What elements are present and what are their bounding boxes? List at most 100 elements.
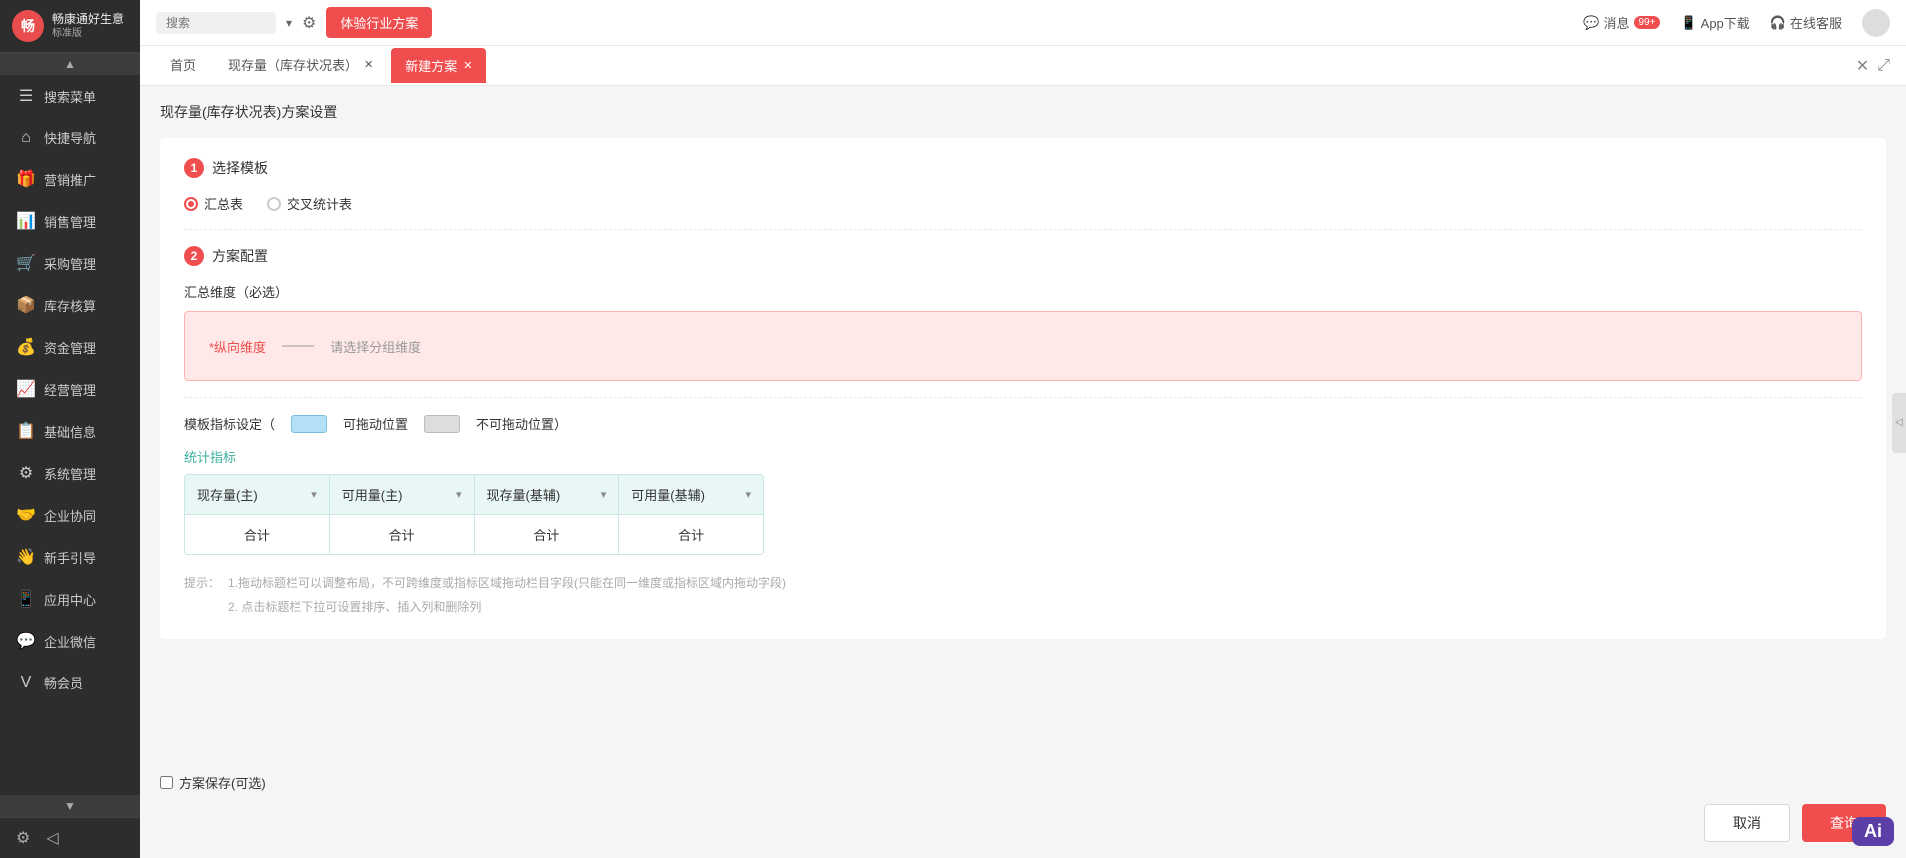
message-button[interactable]: 💬 消息 99+: [1583, 13, 1660, 32]
vip-icon: V: [16, 674, 36, 692]
stats-data-col4: 合计: [619, 515, 763, 554]
sidebar-item-label: 基础信息: [44, 422, 96, 441]
fixed-label: 不可拖动位置）: [476, 414, 567, 433]
sidebar-item-label: 销售管理: [44, 212, 96, 231]
tab-inventory-status[interactable]: 现存量（库存状况表） ✕: [214, 47, 387, 84]
window-close-button[interactable]: ✕: [1856, 56, 1869, 76]
sidebar-item-purchase[interactable]: 🛒 采购管理: [0, 242, 140, 284]
customer-service-label: 在线客服: [1790, 13, 1842, 32]
stats-table: 现存量(主) ▾ 可用量(主) ▾ 现存量(基辅) ▾ 可用量(基辅) ▾: [184, 474, 764, 555]
col4-dropdown-icon[interactable]: ▾: [745, 488, 751, 501]
tabbar: 首页 现存量（库存状况表） ✕ 新建方案 ✕ ✕ ⤢: [140, 46, 1906, 86]
search-input[interactable]: [156, 12, 276, 34]
sidebar-item-label: 采购管理: [44, 254, 96, 273]
sidebar-item-label: 企业微信: [44, 632, 96, 651]
sidebar-item-basic-info[interactable]: 📋 基础信息: [0, 410, 140, 452]
window-expand-button[interactable]: ⤢: [1877, 56, 1890, 76]
sidebar-item-cooperation[interactable]: 🤝 企业协同: [0, 494, 140, 536]
sidebar-item-app-center[interactable]: 📱 应用中心: [0, 578, 140, 620]
bottom-bar: 方案保存(可选) 取消 查询: [140, 759, 1906, 858]
col2-dropdown-icon[interactable]: ▾: [456, 488, 462, 501]
wechat-icon: 💬: [16, 631, 36, 651]
sidebar-item-quick-nav[interactable]: ⌂ 快捷导航: [0, 117, 140, 158]
dimension-placeholder[interactable]: 请选择分组维度: [330, 337, 421, 356]
col1-dropdown-icon[interactable]: ▾: [311, 488, 317, 501]
save-checkbox-row: 方案保存(可选): [160, 773, 1886, 792]
experience-button[interactable]: 体验行业方案: [326, 7, 432, 38]
tab-home-label: 首页: [170, 55, 196, 74]
hint-prefix: 提示：: [184, 571, 220, 595]
app-download-label: App下载: [1701, 13, 1750, 32]
avatar[interactable]: [1862, 9, 1890, 37]
sidebar-item-sales[interactable]: 📊 销售管理: [0, 200, 140, 242]
tab-new-plan-close-icon[interactable]: ✕: [463, 59, 472, 72]
gear-icon: ⚙: [16, 463, 36, 483]
customer-service-button[interactable]: 🎧 在线客服: [1770, 13, 1842, 32]
brand-logo: 畅: [12, 10, 44, 42]
sidebar-scroll-down[interactable]: ▼: [0, 795, 140, 817]
stats-header-row: 现存量(主) ▾ 可用量(主) ▾ 现存量(基辅) ▾ 可用量(基辅) ▾: [185, 475, 763, 514]
col4-label: 可用量(基辅): [631, 485, 705, 504]
dimension-box: *纵向维度 —— 请选择分组维度: [184, 311, 1862, 381]
content-area: 现存量(库存状况表)方案设置 1 选择模板 汇总表 交叉统计表 2: [140, 86, 1906, 759]
hint1: 提示： 1.拖动标题栏可以调整布局，不可跨维度或指标区域拖动栏目字段(只能在同一…: [184, 571, 1862, 595]
sidebar-item-marketing[interactable]: 🎁 营销推广: [0, 158, 140, 200]
col1-label: 现存量(主): [197, 485, 258, 504]
radio-summary-label: 汇总表: [204, 194, 243, 213]
col3-dropdown-icon[interactable]: ▾: [601, 488, 607, 501]
section2-number: 2: [184, 246, 204, 266]
section1-header: 1 选择模板: [184, 158, 1862, 178]
radio-summary[interactable]: 汇总表: [184, 194, 243, 213]
hint2: 提示： 2. 点击标题栏下拉可设置排序、插入列和删除列: [184, 595, 1862, 619]
brand-name: 畅康通好生意: [52, 11, 124, 28]
sidebar-footer: ⚙ ◁: [0, 817, 140, 858]
stats-data-col1: 合计: [185, 515, 330, 554]
sidebar-item-label: 新手引导: [44, 548, 96, 567]
side-handle[interactable]: ◁: [1892, 393, 1906, 453]
cancel-button[interactable]: 取消: [1704, 804, 1790, 842]
mobile-icon: 📱: [16, 589, 36, 609]
sidebar-item-inventory[interactable]: 📦 库存核算: [0, 284, 140, 326]
settings-footer-icon[interactable]: ⚙: [16, 828, 30, 848]
info-icon: 📋: [16, 421, 36, 441]
brand-text: 畅康通好生意 标准版: [52, 11, 124, 42]
fixed-indicator-box: [424, 415, 460, 433]
section1-title: 选择模板: [212, 158, 268, 178]
sidebar-item-wechat[interactable]: 💬 企业微信: [0, 620, 140, 662]
sidebar-item-vip[interactable]: V 畅会员: [0, 662, 140, 703]
sidebar-item-label: 营销推广: [44, 170, 96, 189]
sidebar-scroll-up[interactable]: ▲: [0, 53, 140, 75]
radio-cross-label: 交叉统计表: [287, 194, 352, 213]
sidebar-item-label: 企业协同: [44, 506, 96, 525]
topbar-settings-icon[interactable]: ⚙: [302, 13, 316, 33]
ai-label[interactable]: Ai: [1852, 817, 1894, 846]
wave-icon: 👋: [16, 547, 36, 567]
topbar-dropdown-button[interactable]: ▾: [286, 16, 292, 30]
tab-inventory-close-icon[interactable]: ✕: [364, 58, 373, 71]
sidebar-item-search-menu[interactable]: ☰ 搜索菜单: [0, 75, 140, 117]
sidebar-item-label: 系统管理: [44, 464, 96, 483]
draggable-label: 可拖动位置: [343, 414, 408, 433]
message-icon: 💬: [1583, 15, 1599, 31]
col2-label: 可用量(主): [342, 485, 403, 504]
template-indicator: 模板指标设定（ 可拖动位置 不可拖动位置）: [184, 414, 1862, 433]
sidebar-item-finance[interactable]: 💰 资金管理: [0, 326, 140, 368]
tab-new-plan[interactable]: 新建方案 ✕: [391, 48, 486, 83]
tab-home[interactable]: 首页: [156, 47, 210, 84]
sidebar-item-business[interactable]: 📈 经营管理: [0, 368, 140, 410]
radio-cross[interactable]: 交叉统计表: [267, 194, 352, 213]
sidebar-item-system[interactable]: ⚙ 系统管理: [0, 452, 140, 494]
app-download-button[interactable]: 📱 App下载: [1680, 13, 1749, 32]
window-controls: ✕ ⤢: [1856, 56, 1890, 76]
sidebar-item-label: 畅会员: [44, 673, 83, 692]
sidebar-item-label: 资金管理: [44, 338, 96, 357]
tab-inventory-label: 现存量（库存状况表）: [228, 55, 358, 74]
stats-label: 统计指标: [184, 447, 1862, 466]
stats-header-col4: 可用量(基辅) ▾: [619, 475, 763, 514]
main-area: ▾ ⚙ 体验行业方案 💬 消息 99+ 📱 App下载 🎧 在线客服 首页: [140, 0, 1906, 858]
audio-footer-icon[interactable]: ◁: [46, 828, 58, 848]
save-checkbox[interactable]: [160, 776, 173, 789]
page-title: 现存量(库存状况表)方案设置: [160, 102, 1886, 122]
box-icon: 📦: [16, 295, 36, 315]
sidebar-item-newbie[interactable]: 👋 新手引导: [0, 536, 140, 578]
